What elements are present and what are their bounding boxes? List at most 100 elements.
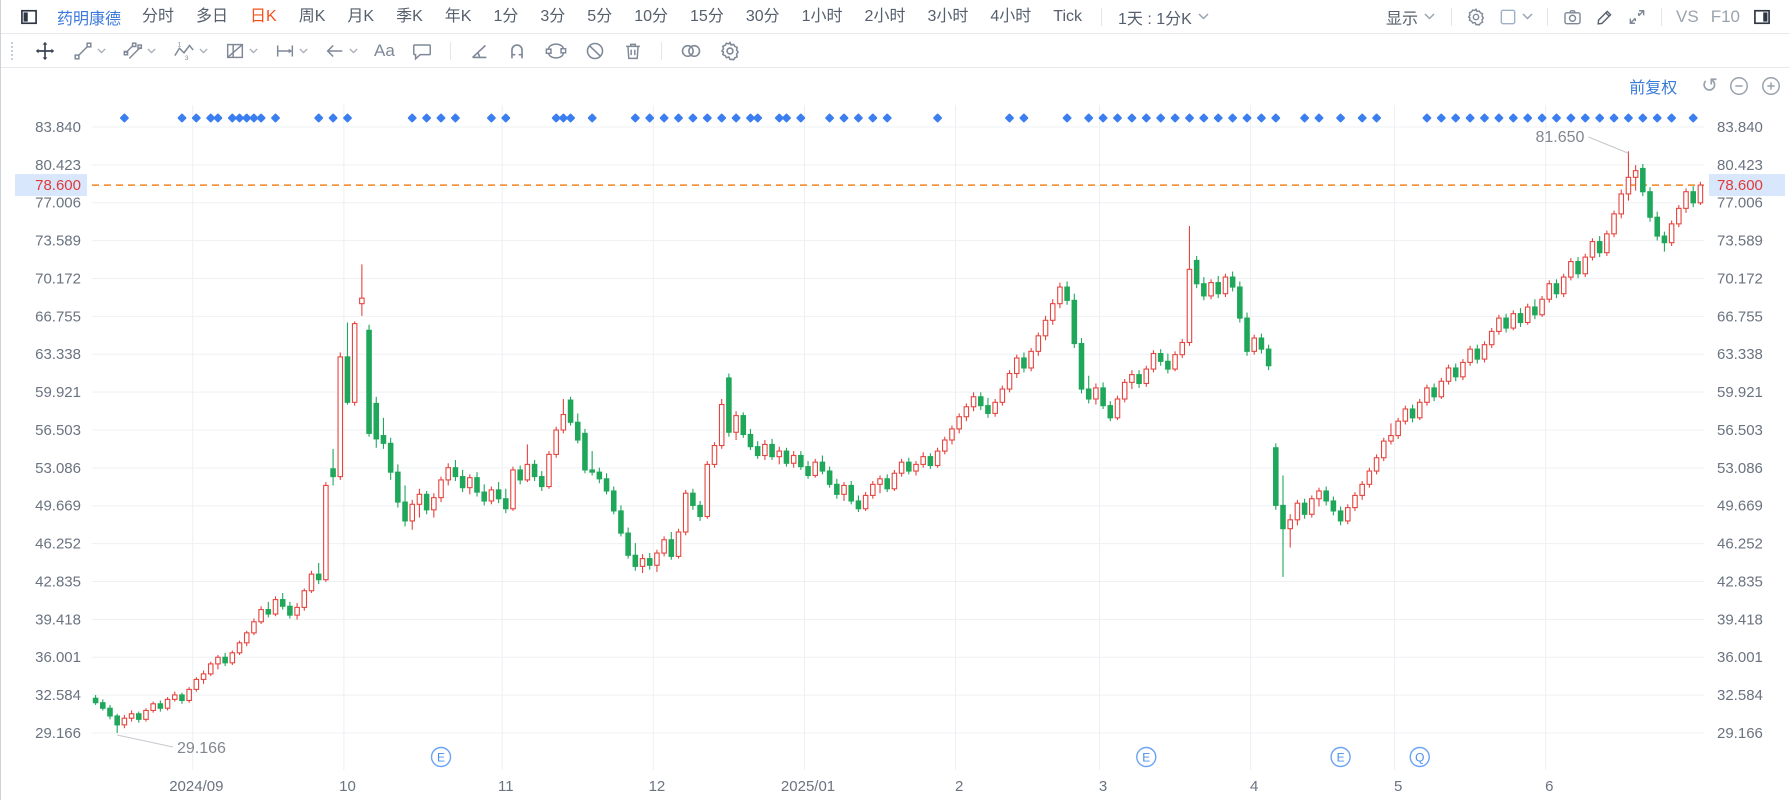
y-tick-label: 80.423 <box>35 157 81 174</box>
fullscreen-icon[interactable] <box>1621 4 1653 30</box>
y-tick-label: 83.840 <box>35 119 81 136</box>
period-tab-30分[interactable]: 30分 <box>735 0 791 34</box>
event-letter: E <box>1142 751 1150 765</box>
pattern-tool-icon[interactable] <box>219 37 263 65</box>
period-tab-多日[interactable]: 多日 <box>185 0 239 34</box>
candle-body <box>963 406 970 418</box>
period-tab-月K[interactable]: 月K <box>336 0 385 34</box>
candle-body <box>934 450 941 467</box>
period-tab-2小时[interactable]: 2小时 <box>854 0 917 34</box>
candle-body <box>1445 367 1452 382</box>
y-tick-label: 36.001 <box>35 649 81 666</box>
candle-body <box>913 463 919 472</box>
period-tab-日K[interactable]: 日K <box>239 0 288 34</box>
candle-body <box>351 323 358 403</box>
candle-body <box>898 461 905 474</box>
period-tab-Tick[interactable]: Tick <box>1042 0 1093 34</box>
stock-name[interactable]: 药明康德 <box>57 5 121 29</box>
flow-tool-icon[interactable] <box>539 37 573 65</box>
y-tick-label: 83.840 <box>1717 119 1763 136</box>
period-tab-5分[interactable]: 5分 <box>576 0 623 34</box>
candle-body <box>1136 374 1142 385</box>
candle-body <box>1287 519 1293 530</box>
candle-body <box>819 461 826 472</box>
candle-body <box>1337 510 1344 522</box>
trash-tool-icon[interactable] <box>617 37 649 65</box>
wave-tool-icon[interactable]: 13 <box>167 37 213 65</box>
layout-square-icon[interactable] <box>1492 4 1539 30</box>
zoom-out-icon[interactable] <box>1728 75 1750 97</box>
period-tab-1小时[interactable]: 1小时 <box>791 0 854 34</box>
chevron-down-icon <box>147 47 156 54</box>
candle-body <box>783 450 790 464</box>
chevron-down-icon <box>249 47 258 54</box>
magnet-tool-icon[interactable] <box>501 37 533 65</box>
right-panel-toggle-icon[interactable] <box>1746 4 1778 30</box>
vs-button[interactable]: VS <box>1670 7 1705 27</box>
period-tab-15分[interactable]: 15分 <box>679 0 735 34</box>
current-price-tag-left: 78.600 <box>35 177 81 194</box>
candle-body <box>1575 261 1581 275</box>
candle-body <box>474 477 480 493</box>
chevron-down-icon <box>97 47 106 54</box>
text-tool-icon[interactable]: Aa <box>369 38 400 64</box>
candle-body <box>1107 405 1114 419</box>
candle-body <box>841 484 847 495</box>
candle-body <box>654 552 660 566</box>
period-tab-1分[interactable]: 1分 <box>482 0 529 34</box>
period-tab-3分[interactable]: 3分 <box>529 0 576 34</box>
x-tick-label: 2024/09 <box>169 778 223 795</box>
left-panel-toggle-icon[interactable] <box>13 4 45 30</box>
pencil-icon[interactable] <box>1589 4 1621 30</box>
candle-body <box>207 663 214 675</box>
candle-body <box>704 463 711 518</box>
candle-body <box>1553 283 1560 295</box>
channel-tool-icon[interactable] <box>117 37 161 65</box>
measure-tool-icon[interactable] <box>269 37 313 65</box>
toolbar-grip-handle[interactable] <box>11 41 17 60</box>
candle-body <box>790 454 797 464</box>
f10-button[interactable]: F10 <box>1705 7 1746 27</box>
plot-area[interactable] <box>92 105 1704 770</box>
candle-body <box>488 489 495 502</box>
period-tab-3小时[interactable]: 3小时 <box>916 0 979 34</box>
candle-body <box>1467 348 1473 363</box>
candle-body <box>862 494 869 510</box>
zoom-in-icon[interactable] <box>1760 75 1782 97</box>
candle-body <box>1460 361 1466 378</box>
period-tab-10分[interactable]: 10分 <box>623 0 679 34</box>
candle-body <box>1344 507 1351 522</box>
arrow-tool-icon[interactable] <box>319 37 363 65</box>
period-tab-周K[interactable]: 周K <box>288 0 337 34</box>
y-tick-label: 29.166 <box>35 725 81 742</box>
candle-body <box>1546 283 1553 300</box>
period-tab-季K[interactable]: 季K <box>385 0 434 34</box>
comment-tool-icon[interactable] <box>406 37 438 65</box>
compare-circles-tool-icon[interactable] <box>674 37 708 65</box>
drawing-settings-gear-icon[interactable] <box>714 37 746 65</box>
period-tab-分时[interactable]: 分时 <box>131 0 185 34</box>
candle-body <box>1632 170 1639 178</box>
ban-tool-icon[interactable] <box>579 37 611 65</box>
candle-body <box>1035 335 1042 352</box>
candlestick-chart[interactable]: 83.840 80.423 77.006 73.589 70.172 66.755 63.3… <box>1 0 1790 800</box>
undo-icon[interactable]: ↺ <box>1701 76 1718 96</box>
candle-body <box>395 471 401 503</box>
candle-body <box>977 396 984 407</box>
angle-tool-icon[interactable] <box>463 37 495 65</box>
candle-body <box>265 609 272 615</box>
period-tab-年K[interactable]: 年K <box>434 0 483 34</box>
display-dropdown[interactable]: 显示 <box>1378 5 1443 29</box>
settings-gear-icon[interactable] <box>1460 4 1492 30</box>
candle-body <box>1690 191 1696 204</box>
candle-body <box>1539 298 1545 316</box>
interval-combo[interactable]: 1天 : 1分K <box>1110 5 1217 29</box>
y-axis-left: 83.840 80.423 77.006 73.589 70.172 66.755 63.3… <box>35 119 81 742</box>
period-tab-4小时[interactable]: 4小时 <box>979 0 1042 34</box>
camera-icon[interactable] <box>1556 4 1589 30</box>
candle-body <box>560 413 567 431</box>
move-tool-icon[interactable] <box>29 37 61 65</box>
candle-body <box>1517 313 1524 324</box>
adjustment-link[interactable]: 前复权 <box>1629 74 1677 98</box>
trend-line-tool-icon[interactable] <box>67 37 111 65</box>
